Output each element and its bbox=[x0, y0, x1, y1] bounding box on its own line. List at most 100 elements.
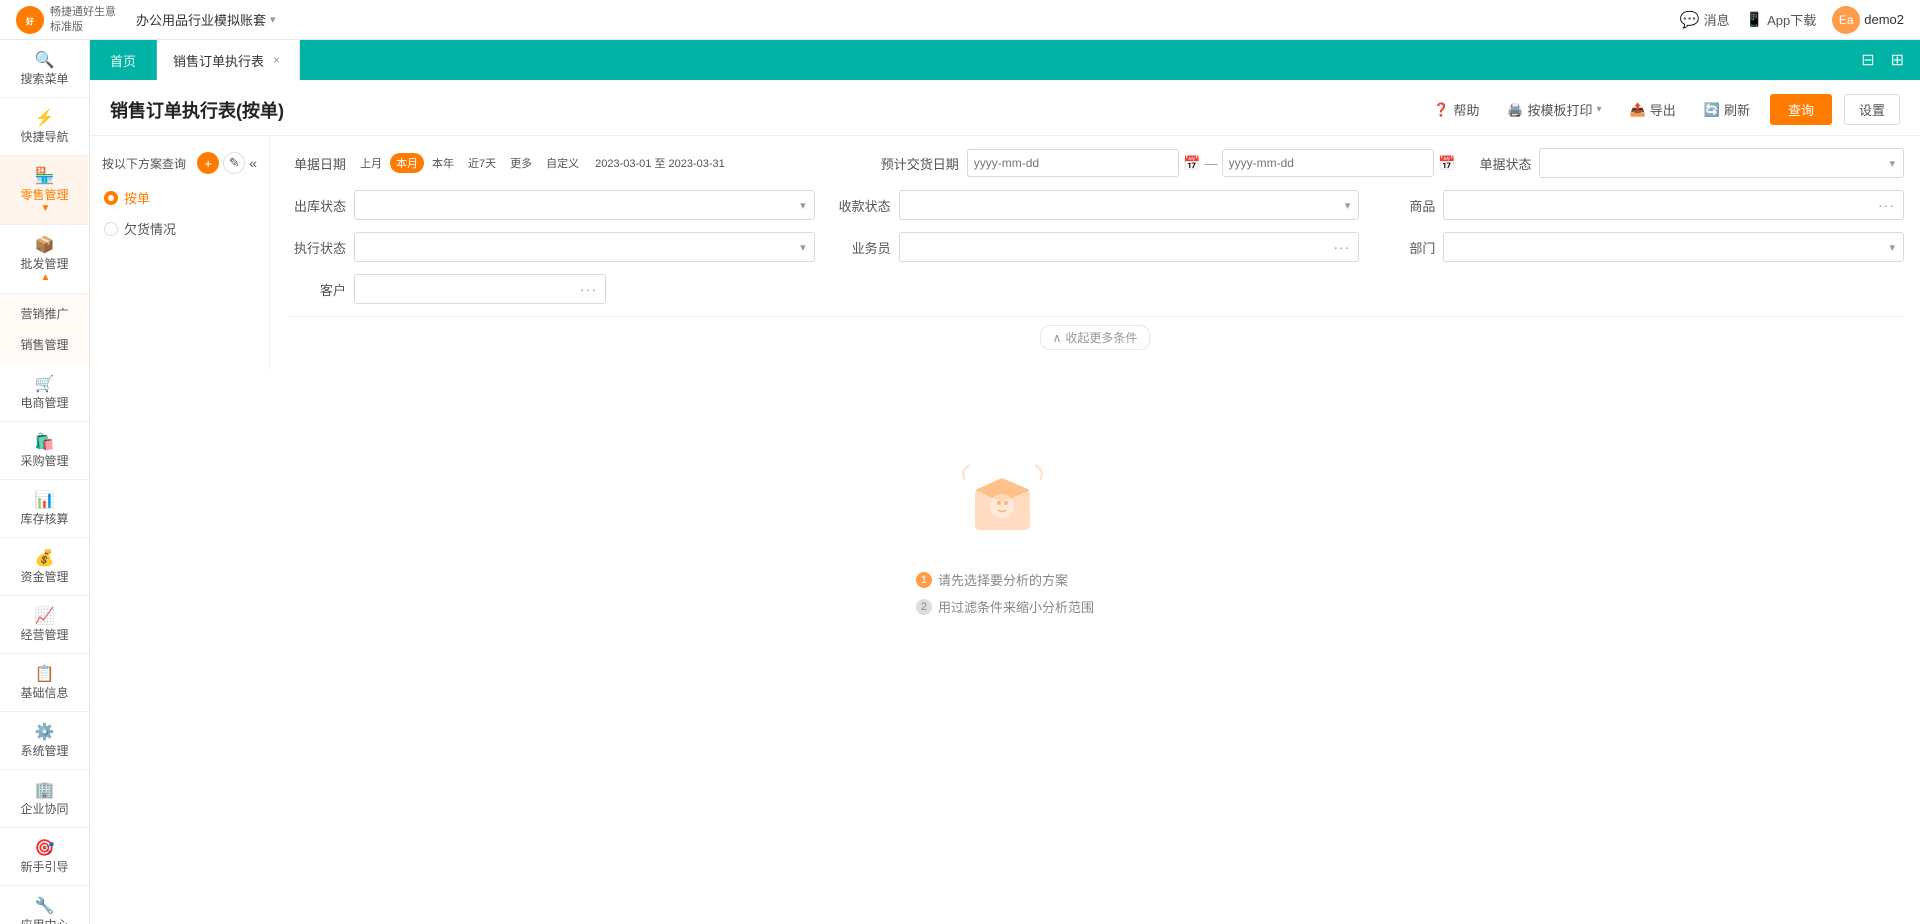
filter-option-欠货情况-label: 欠货情况 bbox=[124, 219, 176, 238]
query-button[interactable]: 查询 bbox=[1770, 94, 1832, 125]
filter-form: 单据日期 上月 本月 本年 近7天 更多 自定义 20 bbox=[270, 136, 1920, 370]
sidebar-item-newuser[interactable]: 🎯 新手引导 bbox=[0, 828, 89, 886]
breadcrumb[interactable]: 办公用品行业模拟账套 ▾ bbox=[136, 10, 276, 29]
collapse-button[interactable]: ∧ 收起更多条件 bbox=[1040, 325, 1151, 350]
app-download-button[interactable]: 📱 App下载 bbox=[1746, 10, 1817, 29]
sidebar-item-enterprise[interactable]: 🏢 企业协同 bbox=[0, 770, 89, 828]
expected-date-end-input[interactable] bbox=[1222, 149, 1434, 177]
salesperson-select[interactable]: ··· bbox=[899, 232, 1360, 262]
salesperson-dots-icon: ··· bbox=[1333, 239, 1350, 255]
filter-area: 按以下方案查询 + ✎ « bbox=[90, 136, 1920, 370]
expand-icon: ▼ bbox=[41, 203, 51, 214]
search-icon: 🔍 bbox=[35, 50, 55, 70]
logo-icon: 好 bbox=[16, 6, 44, 34]
print-arrow-icon[interactable]: ▾ bbox=[1597, 104, 1602, 115]
customer-label: 客户 bbox=[286, 280, 346, 299]
message-button[interactable]: 💬 消息 bbox=[1680, 10, 1730, 30]
date-end-icon[interactable]: 📅 bbox=[1438, 155, 1455, 172]
wholesale-submenu: 营销推广 销售管理 bbox=[0, 294, 89, 364]
filter-sidebar-header: 按以下方案查询 + ✎ « bbox=[90, 148, 269, 178]
filter-option-欠货情况[interactable]: 欠货情况 bbox=[90, 213, 269, 244]
empty-tip-2: 2 用过滤条件来缩小分析范围 bbox=[916, 597, 1094, 616]
page-title: 销售订单执行表(按单) bbox=[110, 97, 284, 123]
sidebar-section-retail: 🏪 零售管理 ▼ bbox=[0, 156, 89, 225]
tab-active[interactable]: 销售订单执行表 × bbox=[157, 40, 300, 80]
dept-select[interactable]: ▾ bbox=[1443, 232, 1904, 262]
tab-expand-icon[interactable]: ⊞ bbox=[1887, 46, 1908, 74]
date-start-icon[interactable]: 📅 bbox=[1183, 155, 1200, 172]
customer-select[interactable]: ··· bbox=[354, 274, 606, 304]
filter-option-按单-label: 按单 bbox=[124, 188, 150, 207]
execution-label: 执行状态 bbox=[286, 238, 346, 257]
execution-select[interactable]: ▾ bbox=[354, 232, 815, 262]
date-tabs: 上月 本月 本年 近7天 更多 自定义 bbox=[354, 153, 585, 173]
empty-tip-1: 1 请先选择要分析的方案 bbox=[916, 570, 1094, 589]
add-scheme-button[interactable]: + bbox=[197, 152, 219, 174]
filter-row-1: 单据日期 上月 本月 本年 近7天 更多 自定义 20 bbox=[286, 148, 1904, 178]
salesperson-label: 业务员 bbox=[831, 238, 891, 257]
shipment-select[interactable]: ▾ bbox=[354, 190, 815, 220]
operations-icon: 📈 bbox=[35, 606, 55, 626]
dept-select-arrow-icon: ▾ bbox=[1889, 241, 1895, 254]
payment-select-arrow-icon: ▾ bbox=[1345, 199, 1351, 212]
sidebar-item-purchase[interactable]: 🛍️ 采购管理 bbox=[0, 422, 89, 480]
help-button[interactable]: ❓ 帮助 bbox=[1425, 96, 1487, 123]
sidebar-item-wholesale[interactable]: 📦 批发管理 ▲ bbox=[0, 225, 89, 294]
user-area[interactable]: Ea demo2 bbox=[1832, 6, 1904, 34]
sidebar-sub-marketing[interactable]: 营销推广 bbox=[0, 298, 89, 329]
newuser-icon: 🎯 bbox=[35, 838, 55, 858]
payment-select[interactable]: ▾ bbox=[899, 190, 1360, 220]
date-tab-more[interactable]: 更多 bbox=[504, 153, 538, 173]
date-tab-this-year[interactable]: 本年 bbox=[426, 153, 460, 173]
tab-home[interactable]: 首页 bbox=[90, 40, 157, 80]
goods-select[interactable]: ··· bbox=[1443, 190, 1904, 220]
date-tab-this-month[interactable]: 本月 bbox=[390, 153, 424, 173]
wholesale-expand-icon: ▲ bbox=[41, 272, 51, 283]
sidebar-item-finance[interactable]: 💰 资金管理 bbox=[0, 538, 89, 596]
sidebar-item-ecommerce[interactable]: 🛒 电商管理 bbox=[0, 364, 89, 422]
logo-area: 好 畅捷通好生意 标准版 bbox=[16, 5, 116, 34]
expected-date-start-input[interactable] bbox=[967, 149, 1179, 177]
sidebar-section-wholesale: 📦 批发管理 ▲ 营销推广 销售管理 bbox=[0, 225, 89, 364]
tab-minimize-icon[interactable]: ⊟ bbox=[1857, 46, 1878, 74]
sidebar-item-inventory[interactable]: 📊 库存核算 bbox=[0, 480, 89, 538]
filter-row-2: 出库状态 ▾ 收款状态 ▾ bbox=[286, 190, 1904, 220]
print-button[interactable]: 🖨️ 按模板打印 ▾ bbox=[1499, 96, 1609, 123]
logo-text: 畅捷通好生意 标准版 bbox=[50, 5, 116, 34]
header-left: 好 畅捷通好生意 标准版 办公用品行业模拟账套 ▾ bbox=[16, 5, 276, 34]
settings-button[interactable]: 设置 bbox=[1844, 94, 1900, 125]
tip1-number: 1 bbox=[916, 572, 932, 588]
sidebar-item-operations[interactable]: 📈 经营管理 bbox=[0, 596, 89, 654]
filter-field-salesperson: 业务员 ··· bbox=[831, 232, 1360, 262]
edit-scheme-button[interactable]: ✎ bbox=[223, 152, 245, 174]
print-icon: 🖨️ bbox=[1507, 102, 1523, 118]
date-tab-last-month[interactable]: 上月 bbox=[354, 153, 388, 173]
enterprise-icon: 🏢 bbox=[35, 780, 55, 800]
sidebar-item-appstore[interactable]: 🔧 应用中心 bbox=[0, 886, 89, 924]
export-button[interactable]: 📤 导出 bbox=[1622, 96, 1684, 123]
sidebar-item-retail[interactable]: 🏪 零售管理 ▼ bbox=[0, 156, 89, 225]
sidebar-item-search[interactable]: 🔍 搜索菜单 bbox=[0, 40, 89, 98]
user-name: demo2 bbox=[1864, 12, 1904, 27]
active-dot bbox=[104, 191, 118, 205]
filter-option-按单[interactable]: 按单 bbox=[90, 182, 269, 213]
sidebar-item-system[interactable]: ⚙️ 系统管理 bbox=[0, 712, 89, 770]
message-icon: 💬 bbox=[1680, 10, 1700, 30]
page-content: 销售订单执行表(按单) ❓ 帮助 🖨️ 按模板打印 ▾ 📤 导出 bbox=[90, 80, 1920, 924]
sidebar-item-basic-info[interactable]: 📋 基础信息 bbox=[0, 654, 89, 712]
filter-field-expected-date: 预计交货日期 📅 — 📅 bbox=[879, 149, 1456, 177]
filter-field-goods: 商品 ··· bbox=[1375, 190, 1904, 220]
sidebar-item-quick-nav[interactable]: ⚡ 快捷导航 bbox=[0, 98, 89, 156]
date-range-area: 上月 本月 本年 近7天 更多 自定义 2023-03-01 至 2023-03… bbox=[354, 153, 863, 173]
status-select[interactable]: ▾ bbox=[1539, 148, 1904, 178]
filter-row-3: 执行状态 ▾ 业务员 ··· bbox=[286, 232, 1904, 262]
sidebar-sub-sales[interactable]: 销售管理 bbox=[0, 329, 89, 360]
collapse-sidebar-button[interactable]: « bbox=[249, 155, 257, 171]
ecommerce-icon: 🛒 bbox=[35, 374, 55, 394]
sidebar: 🔍 搜索菜单 ⚡ 快捷导航 🏪 零售管理 ▼ 📦 批发管理 ▲ 营销推广 bbox=[0, 40, 90, 924]
date-tab-7days[interactable]: 近7天 bbox=[462, 153, 502, 173]
system-icon: ⚙️ bbox=[35, 722, 55, 742]
refresh-button[interactable]: 🔄 刷新 bbox=[1696, 96, 1758, 123]
tab-close-button[interactable]: × bbox=[270, 52, 283, 68]
date-tab-custom[interactable]: 自定义 bbox=[540, 153, 585, 173]
